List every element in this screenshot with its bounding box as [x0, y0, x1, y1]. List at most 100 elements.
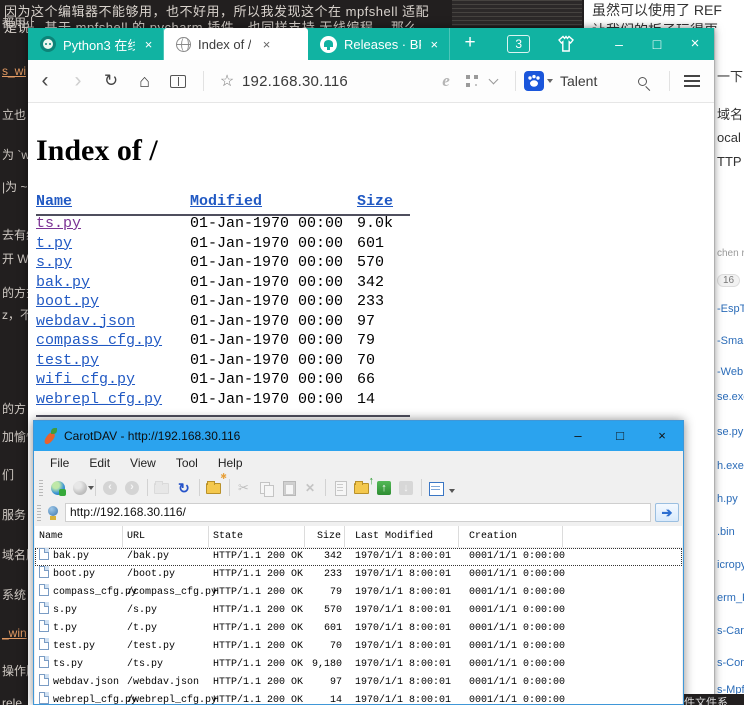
address-url[interactable]: 192.168.30.116 — [242, 73, 348, 90]
new-folder-icon[interactable] — [205, 472, 227, 497]
back-icon[interactable] — [101, 479, 120, 497]
theme-shirt-icon[interactable] — [556, 35, 576, 53]
address-input[interactable]: http://192.168.30.116/ — [65, 503, 651, 522]
tab-count-badge[interactable]: 3 — [507, 35, 530, 53]
forward-button[interactable]: › — [62, 69, 94, 93]
file-link[interactable]: t.py — [36, 235, 72, 252]
tab-close-icon[interactable]: × — [428, 37, 441, 52]
file-row[interactable]: test.py /test.py HTTP/1.1 200 OK 70 1970… — [35, 638, 682, 656]
cut-icon[interactable] — [235, 479, 254, 497]
delete-icon[interactable] — [301, 479, 320, 497]
bookmark-star-icon[interactable]: ☆ — [212, 71, 242, 91]
download-icon[interactable] — [397, 479, 416, 497]
carotdav-title-bar[interactable]: CarotDAV - http://192.168.30.116 – □ × — [34, 421, 683, 451]
tab-releases-bpi[interactable]: Releases · BPI- × — [308, 28, 450, 60]
release-asset-link[interactable]: icropy — [717, 559, 744, 571]
tab-index-of[interactable]: Index of / × — [164, 28, 308, 60]
file-row[interactable]: ts.py /ts.py HTTP/1.1 200 OK 9,180 1970/… — [35, 656, 682, 674]
new-tab-button[interactable]: + — [450, 28, 490, 60]
column-header-last-modified[interactable]: Last Modified — [345, 526, 459, 547]
tab-close-icon[interactable]: × — [142, 37, 155, 52]
file-row[interactable]: compass_cfg.py /compass_cfg.py HTTP/1.1 … — [35, 584, 682, 602]
search-icon[interactable] — [638, 76, 647, 86]
back-button[interactable]: ‹ — [28, 69, 62, 93]
sort-by-name-link[interactable]: Name — [36, 193, 72, 210]
search-engine-dropdown-icon[interactable] — [547, 79, 553, 83]
tab-close-icon[interactable]: × — [258, 37, 274, 52]
file-link[interactable]: webdav.json — [36, 313, 135, 330]
upload-icon[interactable] — [375, 479, 394, 497]
file-link[interactable]: bak.py — [36, 274, 90, 291]
search-engine-paw-icon[interactable] — [524, 71, 544, 91]
column-header-creation[interactable]: Creation — [459, 526, 563, 547]
column-header-url[interactable]: URL — [123, 526, 209, 547]
paste-icon[interactable] — [279, 479, 298, 497]
reading-mode-icon[interactable] — [170, 74, 186, 88]
chevron-down-icon[interactable] — [488, 74, 499, 85]
reload-button[interactable]: ↻ — [94, 71, 128, 91]
file-row[interactable]: boot.py /boot.py HTTP/1.1 200 OK 233 197… — [35, 566, 682, 584]
menu-help[interactable]: Help — [208, 453, 253, 473]
release-asset-link[interactable]: s-Com — [717, 657, 744, 669]
search-input[interactable]: Talent — [560, 73, 638, 89]
file-row[interactable]: bak.py /bak.py HTTP/1.1 200 OK 342 1970/… — [35, 548, 682, 566]
view-options-dropdown-icon[interactable] — [449, 488, 455, 493]
file-row[interactable]: s.py /s.py HTTP/1.1 200 OK 570 1970/1/1 … — [35, 602, 682, 620]
release-asset-link[interactable]: se.py — [717, 426, 743, 438]
file-link[interactable]: boot.py — [36, 293, 99, 310]
file-size: 601 — [357, 234, 385, 252]
minimize-button[interactable]: – — [600, 28, 638, 60]
close-button[interactable]: × — [641, 421, 683, 451]
release-asset-link[interactable]: -EspTo — [717, 303, 744, 315]
file-link[interactable]: compass_cfg.py — [36, 332, 162, 349]
column-header-state[interactable]: State — [209, 526, 305, 547]
tab-python3-online[interactable]: Python3 在线工 × — [28, 28, 164, 60]
close-button[interactable]: × — [676, 28, 714, 60]
go-button[interactable]: ➔ — [655, 503, 679, 522]
column-header-size[interactable]: Size — [305, 526, 345, 547]
qr-code-icon[interactable] — [466, 75, 478, 87]
copy-icon[interactable] — [257, 479, 276, 497]
file-link[interactable]: test.py — [36, 352, 99, 369]
maximize-button[interactable]: □ — [638, 28, 676, 60]
menu-hamburger-icon[interactable] — [684, 80, 700, 82]
menu-tool[interactable]: Tool — [166, 453, 208, 473]
sort-by-modified-link[interactable]: Modified — [190, 193, 262, 210]
refresh-icon[interactable] — [175, 479, 194, 497]
menu-view[interactable]: View — [120, 453, 166, 473]
release-asset-link[interactable]: .bin — [717, 526, 735, 538]
file-row[interactable]: webdav.json /webdav.json HTTP/1.1 200 OK… — [35, 674, 682, 692]
file-link[interactable]: s.py — [36, 254, 72, 271]
column-header-name[interactable]: Name — [35, 526, 123, 547]
release-asset-link[interactable]: s-Mpfs — [717, 684, 744, 694]
connections-dropdown-icon[interactable] — [71, 479, 94, 497]
properties-icon[interactable] — [331, 479, 350, 497]
file-size: 14 — [357, 390, 376, 408]
view-options-icon[interactable] — [427, 479, 446, 497]
minimize-button[interactable]: – — [557, 421, 599, 451]
up-folder-icon[interactable] — [153, 479, 172, 497]
release-asset-link[interactable]: s-Caro — [717, 625, 744, 637]
file-link[interactable]: wifi_cfg.py — [36, 371, 135, 388]
sort-by-size-link[interactable]: Size — [357, 193, 393, 210]
release-asset-link[interactable]: h.exe — [717, 460, 744, 472]
ie-compat-icon[interactable]: e — [434, 71, 458, 91]
release-asset-link[interactable]: se.exe — [717, 391, 744, 403]
home-button[interactable]: ⌂ — [128, 71, 161, 92]
release-asset-link[interactable]: -Smart — [717, 335, 744, 347]
file-link[interactable]: ts.py — [36, 215, 81, 232]
connect-icon[interactable] — [49, 479, 68, 497]
file-row[interactable]: t.py /t.py HTTP/1.1 200 OK 601 1970/1/1 … — [35, 620, 682, 638]
release-asset-link[interactable]: -WebD — [717, 366, 744, 378]
forward-icon[interactable] — [123, 479, 142, 497]
menu-file[interactable]: File — [40, 453, 79, 473]
file-link[interactable]: webrepl_cfg.py — [36, 391, 162, 408]
release-asset-link[interactable]: h.py — [717, 493, 738, 505]
menu-edit[interactable]: Edit — [79, 453, 120, 473]
file-name: webdav.json — [53, 677, 120, 688]
maximize-button[interactable]: □ — [599, 421, 641, 451]
upload-folder-icon[interactable] — [353, 475, 374, 497]
address-location-icon — [46, 505, 60, 520]
file-row[interactable]: webrepl_cfg.py /webrepl_cfg.py HTTP/1.1 … — [35, 692, 682, 704]
release-asset-link[interactable]: erm_Pe — [717, 592, 744, 604]
